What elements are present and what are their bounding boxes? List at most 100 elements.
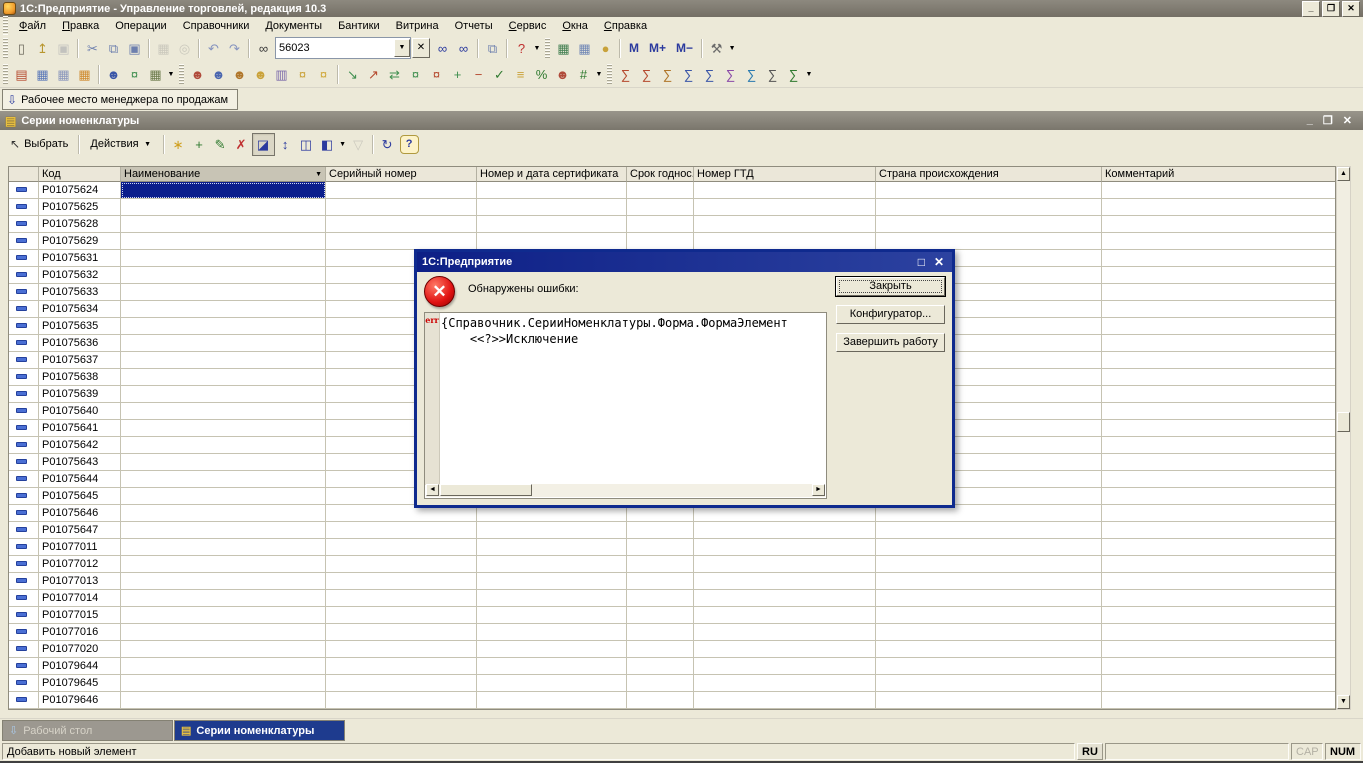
- report-customers-icon[interactable]: ∑: [657, 64, 678, 85]
- search-clear-icon[interactable]: ✕: [412, 38, 430, 58]
- child-close-button[interactable]: ✕: [1343, 114, 1352, 127]
- scroll-up-icon[interactable]: ▲: [1337, 167, 1350, 181]
- table-row[interactable]: P01077011: [9, 539, 1335, 556]
- table-cell[interactable]: [326, 658, 477, 675]
- table-cell[interactable]: [121, 284, 326, 301]
- menu-item-правка[interactable]: Правка: [54, 18, 107, 34]
- table-cell[interactable]: [694, 233, 876, 250]
- table-cell[interactable]: [694, 692, 876, 709]
- cut-icon[interactable]: ✂: [82, 38, 103, 59]
- toolbar-grip[interactable]: [3, 38, 8, 58]
- table-vertical-scrollbar[interactable]: ▲ ▼: [1336, 166, 1351, 710]
- cash-outcome-icon[interactable]: ¤: [426, 64, 447, 85]
- table-cell[interactable]: [694, 182, 876, 199]
- table-cell[interactable]: [121, 318, 326, 335]
- table-cell[interactable]: [121, 573, 326, 590]
- table-cell[interactable]: [121, 454, 326, 471]
- table-cell[interactable]: [326, 233, 477, 250]
- table-cell[interactable]: [876, 624, 1102, 641]
- copy-item-icon[interactable]: +: [189, 134, 210, 155]
- customer-debt-icon[interactable]: ☻: [187, 64, 208, 85]
- remove-money-icon[interactable]: −: [468, 64, 489, 85]
- table-cell[interactable]: [694, 539, 876, 556]
- table-cell[interactable]: [121, 386, 326, 403]
- scroll-right-icon[interactable]: ►: [812, 484, 825, 496]
- table-cell[interactable]: [876, 658, 1102, 675]
- table-cell[interactable]: [876, 216, 1102, 233]
- column-header-Комментарий[interactable]: Комментарий: [1102, 167, 1335, 182]
- error-horizontal-scrollbar[interactable]: ◄ ►: [426, 484, 825, 497]
- menu-item-справка[interactable]: Справка: [596, 18, 655, 34]
- error-text-panel[interactable]: err {Справочник.СерииНоменклатуры.Форма.…: [424, 312, 827, 499]
- menu-item-отчеты[interactable]: Отчеты: [447, 18, 501, 34]
- memory-plus-button[interactable]: M+: [644, 41, 671, 55]
- table-cell[interactable]: [1102, 318, 1335, 335]
- minimize-button[interactable]: _: [1302, 0, 1320, 17]
- table-cell[interactable]: [694, 216, 876, 233]
- table-cell[interactable]: [477, 624, 627, 641]
- table-cell[interactable]: [876, 556, 1102, 573]
- table-row[interactable]: P01075625: [9, 199, 1335, 216]
- report-flag-alt-icon[interactable]: ∑: [699, 64, 720, 85]
- list-settings-icon[interactable]: ◫: [296, 134, 317, 155]
- table-cell[interactable]: [1102, 301, 1335, 318]
- table-cell[interactable]: [694, 199, 876, 216]
- menu-item-сервис[interactable]: Сервис: [501, 18, 555, 34]
- report-check-icon[interactable]: ∑: [783, 64, 804, 85]
- menu-grip[interactable]: [3, 16, 8, 36]
- print-label-icon[interactable]: ▦: [74, 64, 95, 85]
- select-button[interactable]: ↖ Выбрать: [3, 135, 75, 153]
- menu-item-документы[interactable]: Документы: [257, 18, 330, 34]
- toolbar-grip[interactable]: [179, 64, 184, 84]
- window-tab-active[interactable]: ▤ Серии номенклатуры: [174, 720, 345, 741]
- find-icon[interactable]: ∞: [253, 38, 274, 59]
- scroll-down-icon[interactable]: ▼: [1337, 695, 1350, 709]
- table-cell[interactable]: [326, 216, 477, 233]
- table-cell[interactable]: [121, 590, 326, 607]
- column-header-Наименование[interactable]: Наименование ▼: [121, 167, 326, 182]
- toolbar-grip[interactable]: [607, 64, 612, 84]
- money-flow-icon[interactable]: ¤: [292, 64, 313, 85]
- table-cell[interactable]: [876, 590, 1102, 607]
- table-cell[interactable]: [627, 675, 694, 692]
- table-cell[interactable]: [326, 692, 477, 709]
- table-cell[interactable]: [1102, 658, 1335, 675]
- table-cell[interactable]: [694, 590, 876, 607]
- money-exchange-icon[interactable]: ⇄: [384, 64, 405, 85]
- horizontal-scroll-thumb[interactable]: [440, 484, 532, 496]
- table-row[interactable]: P01077012: [9, 556, 1335, 573]
- dialog-button-shutdown[interactable]: Завершить работу: [836, 333, 945, 352]
- money-icon[interactable]: ¤: [124, 64, 145, 85]
- customer-order-icon[interactable]: ☻: [208, 64, 229, 85]
- table-cell[interactable]: [121, 267, 326, 284]
- filter-settings-icon[interactable]: ◧: [317, 134, 338, 155]
- report-sales-icon[interactable]: ∑: [615, 64, 636, 85]
- table-cell[interactable]: [477, 675, 627, 692]
- help-dropdown-icon[interactable]: ▼: [532, 45, 542, 52]
- sales-chart-icon[interactable]: ▥: [271, 64, 292, 85]
- report-stock-icon[interactable]: ∑: [636, 64, 657, 85]
- table-cell[interactable]: [1102, 250, 1335, 267]
- table-cell[interactable]: [326, 573, 477, 590]
- supplier-order-icon[interactable]: ☻: [229, 64, 250, 85]
- copy-icon[interactable]: ⧉: [103, 38, 124, 59]
- menu-item-бантики[interactable]: Бантики: [330, 18, 388, 34]
- table-cell[interactable]: [627, 607, 694, 624]
- table-cell[interactable]: [477, 590, 627, 607]
- table-cell[interactable]: [326, 607, 477, 624]
- table-cell[interactable]: [694, 556, 876, 573]
- calendar-icon[interactable]: ▦: [574, 38, 595, 59]
- table-cell[interactable]: [694, 522, 876, 539]
- table-cell[interactable]: [1102, 369, 1335, 386]
- table-row[interactable]: P01079645: [9, 675, 1335, 692]
- table-cell[interactable]: [326, 590, 477, 607]
- paste-icon[interactable]: ▣: [124, 38, 145, 59]
- column-header-Код[interactable]: Код: [39, 167, 121, 182]
- table-cell[interactable]: [477, 216, 627, 233]
- table-row[interactable]: P01075647: [9, 522, 1335, 539]
- filter-dropdown-icon[interactable]: ▼: [338, 141, 348, 148]
- incoming-invoice-icon[interactable]: ↘: [342, 64, 363, 85]
- table-cell[interactable]: [121, 437, 326, 454]
- table-cell[interactable]: [1102, 488, 1335, 505]
- table-cell[interactable]: [627, 573, 694, 590]
